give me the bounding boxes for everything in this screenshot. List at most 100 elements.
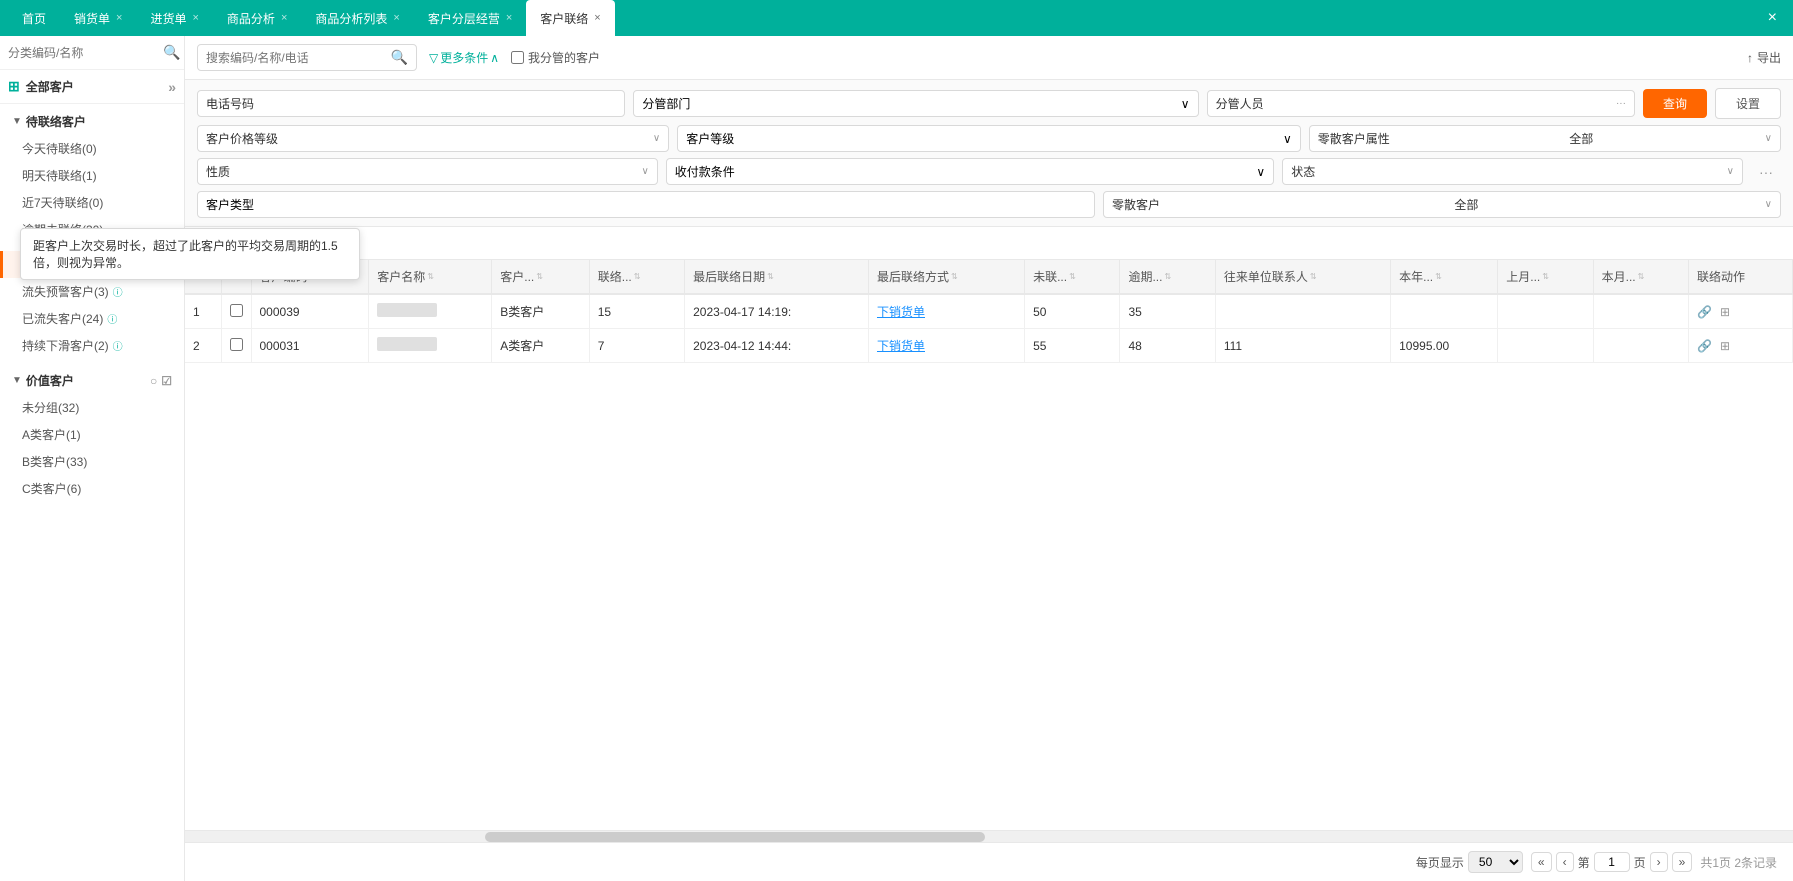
gender-filter[interactable]: 性质 ∨ xyxy=(197,158,658,185)
nav-active-close-icon[interactable]: × xyxy=(594,12,600,24)
value-customer-section: ▼ 价值客户 ○ ☑ 未分组(32) A类客户(1) B类客户(33) C类客户… xyxy=(0,363,184,506)
filter-row-3: 性质 ∨ 收付款条件 ∨ 状态 ∨ ··· xyxy=(197,158,1781,185)
sidebar-item-ungrouped[interactable]: 未分组(32) xyxy=(0,394,184,421)
col-unlinked[interactable]: 未联... ⇅ xyxy=(1025,260,1120,294)
per-page-select[interactable]: 50 20 100 xyxy=(1468,851,1523,873)
nav-close-icon[interactable]: × xyxy=(192,12,198,24)
col-last-month[interactable]: 上月... ⇅ xyxy=(1498,260,1593,294)
nav-home[interactable]: 首页 xyxy=(8,0,60,36)
nav-product-analysis-list[interactable]: 商品分析列表 × xyxy=(301,0,413,36)
page-number-input[interactable] xyxy=(1594,852,1630,872)
scrollbar-thumb[interactable] xyxy=(485,832,985,842)
nav-sales-order[interactable]: 销货单 × xyxy=(60,0,136,36)
col-last-method[interactable]: 最后联络方式 ⇅ xyxy=(868,260,1024,294)
value-customer-title[interactable]: ▼ 价值客户 ○ ☑ xyxy=(0,367,184,394)
link-action-icon[interactable]: 🔗 xyxy=(1697,339,1712,353)
grid-action-icon[interactable]: ⊞ xyxy=(1720,305,1730,319)
customer-search-input[interactable] xyxy=(206,51,391,65)
nav-customer-contact[interactable]: 客户联络 × xyxy=(526,0,614,36)
sidebar-item-c-class[interactable]: C类客户(6) xyxy=(0,475,184,502)
sidebar-item-already-lost[interactable]: 已流失客户(24) ⓘ xyxy=(0,305,184,332)
row-checkbox[interactable] xyxy=(230,338,243,351)
sidebar-search-input[interactable] xyxy=(8,46,163,60)
sort-icon: ⇅ xyxy=(1164,272,1171,281)
nav-close-icon[interactable]: × xyxy=(506,12,512,24)
col-name[interactable]: 客户名称 ⇅ xyxy=(369,260,492,294)
sidebar-item-tomorrow-contact[interactable]: 明天待联络(1) xyxy=(0,162,184,189)
sort-icon: ⇅ xyxy=(1542,272,1549,281)
more-filters-button[interactable]: ··· xyxy=(1751,164,1781,180)
search-button-icon[interactable]: 🔍 xyxy=(391,49,408,66)
sidebar-item-a-class[interactable]: A类客户(1) xyxy=(0,421,184,448)
cell-last-method[interactable]: 下销货单 xyxy=(868,329,1024,363)
sidebar-item-declining[interactable]: 持续下滑客户(2) ⓘ xyxy=(0,332,184,359)
cell-last-date: 2023-04-12 14:44: xyxy=(685,329,869,363)
my-customer-checkbox[interactable] xyxy=(511,51,524,64)
sidebar-item-today-contact[interactable]: 今天待联络(0) xyxy=(0,135,184,162)
cell-partner-contact xyxy=(1215,294,1390,329)
page-navigation: « ‹ 第 页 › » xyxy=(1531,852,1692,872)
status-filter[interactable]: 状态 ∨ xyxy=(1282,158,1743,185)
circle-icon[interactable]: ○ xyxy=(150,374,157,388)
customer-grade-filter[interactable]: 客户等级 ∨ xyxy=(677,125,1301,152)
col-partner-contact[interactable]: 往来单位联系人 ⇅ xyxy=(1215,260,1390,294)
nav-close-icon[interactable]: × xyxy=(116,12,122,24)
check-icon[interactable]: ☑ xyxy=(161,374,172,388)
filter-bar: 🔍 ▽ 更多条件 ∧ 我分管的客户 ↑ 导出 xyxy=(185,36,1793,80)
phone-filter[interactable]: 电话号码 xyxy=(197,90,625,117)
collapse-sidebar-icon[interactable]: » xyxy=(168,79,176,95)
window-close-button[interactable]: × xyxy=(1760,5,1785,31)
sort-icon: ⇅ xyxy=(1310,272,1317,281)
cell-last-method[interactable]: 下销货单 xyxy=(868,294,1024,329)
sidebar-item-lost-warning[interactable]: 流失预警客户(3) ⓘ xyxy=(0,278,184,305)
col-action: 联络动作 xyxy=(1689,260,1793,294)
cell-checkbox[interactable] xyxy=(221,329,251,363)
col-overdue[interactable]: 逾期... ⇅ xyxy=(1120,260,1215,294)
nav-close-icon[interactable]: × xyxy=(393,12,399,24)
nav-product-analysis[interactable]: 商品分析 × xyxy=(213,0,301,36)
cell-last-month xyxy=(1498,329,1593,363)
sidebar-item-7days-contact[interactable]: 近7天待联络(0) xyxy=(0,189,184,216)
more-conditions-button[interactable]: ▽ 更多条件 ∧ xyxy=(429,49,499,66)
main-layout: 🔍 ⊞ 全部客户 » ▼ 待联络客户 今天待联络(0) 明天待联络(1) 近7天… xyxy=(0,36,1793,881)
filter-icon: ▽ xyxy=(429,51,438,65)
link-action-icon[interactable]: 🔗 xyxy=(1697,305,1712,319)
sidebar-item-b-class[interactable]: B类客户(33) xyxy=(0,448,184,475)
sidebar-search-icon[interactable]: 🔍 xyxy=(163,44,180,61)
next-page-button[interactable]: › xyxy=(1650,852,1668,872)
customer-type-filter[interactable]: 客户类型 xyxy=(197,191,1095,218)
price-grade-filter[interactable]: 客户价格等级 ∨ xyxy=(197,125,669,152)
col-contact-count[interactable]: 联络... ⇅ xyxy=(589,260,684,294)
col-this-month[interactable]: 本月... ⇅ xyxy=(1593,260,1688,294)
person-filter[interactable]: 分管人员 ··· xyxy=(1207,90,1635,117)
export-button[interactable]: ↑ 导出 xyxy=(1747,49,1781,66)
cell-last-month xyxy=(1498,294,1593,329)
total-records-label: 共1页 2条记录 xyxy=(1700,854,1777,871)
retail-customer-filter[interactable]: 零散客户 全部 ∨ xyxy=(1103,191,1781,218)
table-row: 2 000031 A类客户 7 2023-04-12 14:44: 下销货单 5… xyxy=(185,329,1793,363)
horizontal-scrollbar[interactable] xyxy=(185,830,1793,842)
row-checkbox[interactable] xyxy=(230,304,243,317)
arrow-icon: ▼ xyxy=(12,375,22,386)
settings-button[interactable]: 设置 xyxy=(1715,88,1781,119)
col-last-date[interactable]: 最后联络日期 ⇅ xyxy=(685,260,869,294)
cell-unlinked: 55 xyxy=(1025,329,1120,363)
dept-filter[interactable]: 分管部门 ∨ xyxy=(633,90,1198,117)
cell-checkbox[interactable] xyxy=(221,294,251,329)
last-page-button[interactable]: » xyxy=(1672,852,1693,872)
nav-purchase-order[interactable]: 进货单 × xyxy=(136,0,212,36)
prev-page-button[interactable]: ‹ xyxy=(1556,852,1574,872)
caret-icon: ∨ xyxy=(1727,166,1734,177)
pending-contact-title[interactable]: ▼ 待联络客户 xyxy=(0,108,184,135)
grid-action-icon[interactable]: ⊞ xyxy=(1720,339,1730,353)
my-customer-checkbox-area[interactable]: 我分管的客户 xyxy=(511,49,600,66)
sort-icon: ⇅ xyxy=(427,272,434,281)
payment-filter[interactable]: 收付款条件 ∨ xyxy=(666,158,1274,185)
col-grade[interactable]: 客户... ⇅ xyxy=(492,260,589,294)
nav-customer-segmentation[interactable]: 客户分层经营 × xyxy=(414,0,526,36)
retail-attr-filter[interactable]: 零散客户属性 全部 ∨ xyxy=(1309,125,1781,152)
query-button[interactable]: 查询 xyxy=(1643,89,1707,118)
col-this-year[interactable]: 本年... ⇅ xyxy=(1391,260,1498,294)
nav-close-icon[interactable]: × xyxy=(281,12,287,24)
first-page-button[interactable]: « xyxy=(1531,852,1552,872)
